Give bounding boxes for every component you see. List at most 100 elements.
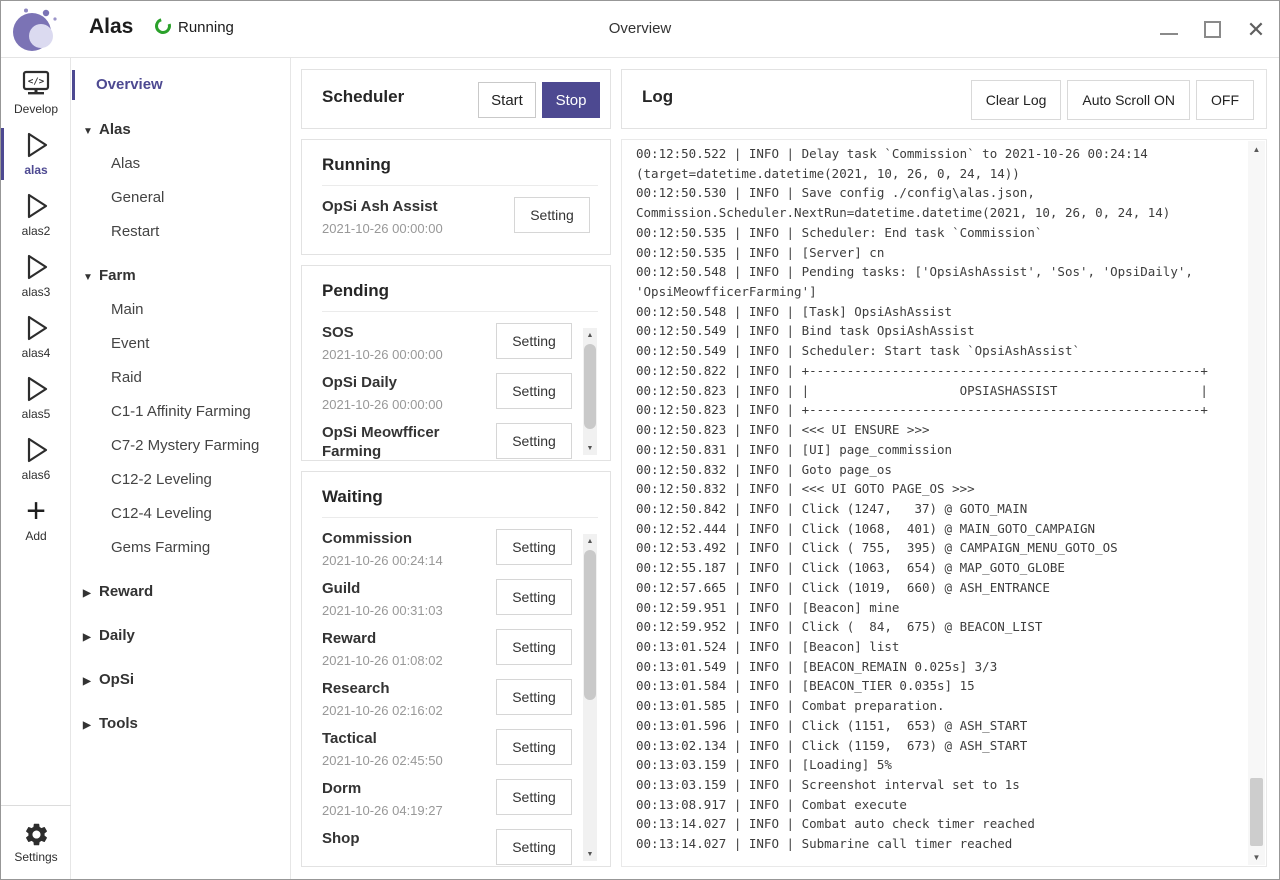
rail-item-label: Develop: [14, 102, 58, 116]
rail-item-add[interactable]: + Add: [1, 494, 71, 546]
log-line: 00:12:57.665 | INFO | Click (1019, 660) …: [636, 578, 1241, 598]
scroll-up-icon[interactable]: ▲: [1248, 141, 1265, 157]
nav-item-general[interactable]: General: [71, 181, 290, 215]
task-row: Shop Setting: [302, 827, 610, 867]
scheduler-start-button[interactable]: Start: [478, 82, 536, 118]
autoscroll-on-button[interactable]: Auto Scroll ON: [1067, 80, 1190, 120]
nav-item-c12-2-leveling[interactable]: C12-2 Leveling: [71, 463, 290, 497]
log-line: 00:12:50.832 | INFO | <<< UI GOTO PAGE_O…: [636, 479, 1241, 499]
log-title: Log: [642, 87, 673, 107]
rail-item-alas2[interactable]: alas2: [1, 189, 71, 241]
task-name: OpSi Meowfficer Farming: [322, 421, 490, 461]
task-name: Research: [322, 677, 490, 698]
pending-scrollbar[interactable]: ▲ ▼: [583, 328, 597, 455]
scrollbar-thumb[interactable]: [1250, 778, 1263, 846]
task-setting-button[interactable]: Setting: [496, 373, 572, 409]
log-line: 00:12:50.823 | INFO | | OPSIASHASSIST |: [636, 381, 1241, 401]
log-line: 00:13:02.134 | INFO | Click (1159, 673) …: [636, 736, 1241, 756]
nav-item-c1-1-affinity-farming[interactable]: C1-1 Affinity Farming: [71, 395, 290, 429]
log-output: 00:12:50.522 | INFO | Delay task `Commis…: [621, 139, 1267, 867]
app-window: Alas Running Overview ✕ </> Develop alas: [0, 0, 1280, 880]
rail-item-settings[interactable]: Settings: [1, 805, 71, 879]
waiting-panel: Waiting Commission 2021-10-26 00:24:14 S…: [301, 471, 611, 867]
nav-item-overview[interactable]: Overview: [71, 67, 290, 103]
scheduler-stop-button[interactable]: Stop: [542, 82, 600, 118]
tree-toggle-icon: ▶: [83, 665, 99, 699]
rail-item-alas4[interactable]: alas4: [1, 311, 71, 363]
play-icon: [21, 312, 51, 344]
close-button[interactable]: ✕: [1247, 21, 1265, 39]
title-bar: Alas Running Overview ✕: [1, 1, 1279, 58]
rail-item-label: alas2: [22, 224, 51, 238]
task-setting-button[interactable]: Setting: [496, 629, 572, 665]
nav-group-daily[interactable]: ▶Daily: [71, 619, 290, 653]
log-line: 00:12:53.492 | INFO | Click ( 755, 395) …: [636, 538, 1241, 558]
scroll-down-icon[interactable]: ▼: [583, 441, 597, 455]
task-setting-button[interactable]: Setting: [514, 197, 590, 233]
nav-group-label: Alas: [99, 121, 131, 138]
autoscroll-off-button[interactable]: OFF: [1196, 80, 1254, 120]
tree-toggle-icon: ▶: [83, 577, 99, 611]
nav-group-reward[interactable]: ▶Reward: [71, 575, 290, 609]
task-setting-button[interactable]: Setting: [496, 679, 572, 715]
task-setting-button[interactable]: Setting: [496, 579, 572, 615]
tree-toggle-icon: ▶: [83, 621, 99, 655]
nav-item-c12-4-leveling[interactable]: C12-4 Leveling: [71, 497, 290, 531]
instance-rail: </> Develop alas alas2 alas3 alas4: [1, 58, 71, 879]
nav-group-tools[interactable]: ▶Tools: [71, 707, 290, 741]
log-line: 00:13:14.027 | INFO | Combat auto check …: [636, 814, 1241, 834]
rail-item-develop[interactable]: </> Develop: [1, 67, 71, 119]
nav-group-opsi[interactable]: ▶OpSi: [71, 663, 290, 697]
minimize-button[interactable]: [1160, 25, 1178, 35]
divider: [322, 185, 598, 186]
nav-group-farm[interactable]: ▼Farm: [71, 259, 290, 293]
nav-group-alas[interactable]: ▼Alas: [71, 113, 290, 147]
log-line: 00:12:59.951 | INFO | [Beacon] mine: [636, 598, 1241, 618]
task-name: Tactical: [322, 727, 490, 748]
task-setting-button[interactable]: Setting: [496, 529, 572, 565]
task-row: Research 2021-10-26 02:16:02 Setting: [302, 677, 610, 727]
waiting-scrollbar[interactable]: ▲ ▼: [583, 534, 597, 861]
log-line: 00:12:50.823 | INFO | +-----------------…: [636, 400, 1241, 420]
clear-log-button[interactable]: Clear Log: [971, 80, 1062, 120]
rail-item-alas5[interactable]: alas5: [1, 372, 71, 424]
task-setting-button[interactable]: Setting: [496, 729, 572, 765]
rail-item-alas[interactable]: alas: [1, 128, 71, 180]
nav-group-label: Daily: [99, 627, 135, 644]
task-setting-button[interactable]: Setting: [496, 423, 572, 459]
rail-item-label: alas3: [22, 285, 51, 299]
log-line: 00:12:50.842 | INFO | Click (1247, 37) @…: [636, 499, 1241, 519]
log-line: 00:12:50.522 | INFO | Delay task `Commis…: [636, 144, 1241, 183]
log-panel-header: Log Clear Log Auto Scroll ON OFF: [621, 69, 1267, 129]
nav-group-label: Reward: [99, 583, 153, 600]
scroll-up-icon[interactable]: ▲: [583, 328, 597, 342]
scroll-down-icon[interactable]: ▼: [583, 847, 597, 861]
task-setting-button[interactable]: Setting: [496, 779, 572, 815]
nav-item-main[interactable]: Main: [71, 293, 290, 327]
page-title: Overview: [1, 20, 1279, 37]
log-line: 00:13:01.524 | INFO | [Beacon] list: [636, 637, 1241, 657]
rail-item-alas6[interactable]: alas6: [1, 433, 71, 485]
divider: [322, 311, 598, 312]
scrollbar-thumb[interactable]: [584, 344, 596, 429]
nav-item-gems-farming[interactable]: Gems Farming: [71, 531, 290, 565]
rail-item-label: Add: [25, 529, 46, 543]
nav-item-alas[interactable]: Alas: [71, 147, 290, 181]
scrollbar-thumb[interactable]: [584, 550, 596, 700]
task-setting-button[interactable]: Setting: [496, 829, 572, 865]
nav-item-raid[interactable]: Raid: [71, 361, 290, 395]
scroll-up-icon[interactable]: ▲: [583, 534, 597, 548]
maximize-button[interactable]: [1204, 21, 1221, 38]
rail-settings-label: Settings: [14, 850, 57, 864]
log-line: 00:13:14.027 | INFO | Submarine call tim…: [636, 834, 1241, 854]
nav-item-event[interactable]: Event: [71, 327, 290, 361]
rail-item-alas3[interactable]: alas3: [1, 250, 71, 302]
log-scrollbar[interactable]: ▲ ▼: [1248, 141, 1265, 865]
running-task-list: OpSi Ash Assist 2021-10-26 00:00:00 Sett…: [302, 195, 610, 245]
task-setting-button[interactable]: Setting: [496, 323, 572, 359]
scroll-down-icon[interactable]: ▼: [1248, 849, 1265, 865]
nav-item-c7-2-mystery-farming[interactable]: C7-2 Mystery Farming: [71, 429, 290, 463]
rail-item-label: alas4: [22, 346, 51, 360]
task-name: Guild: [322, 577, 490, 598]
nav-item-restart[interactable]: Restart: [71, 215, 290, 249]
